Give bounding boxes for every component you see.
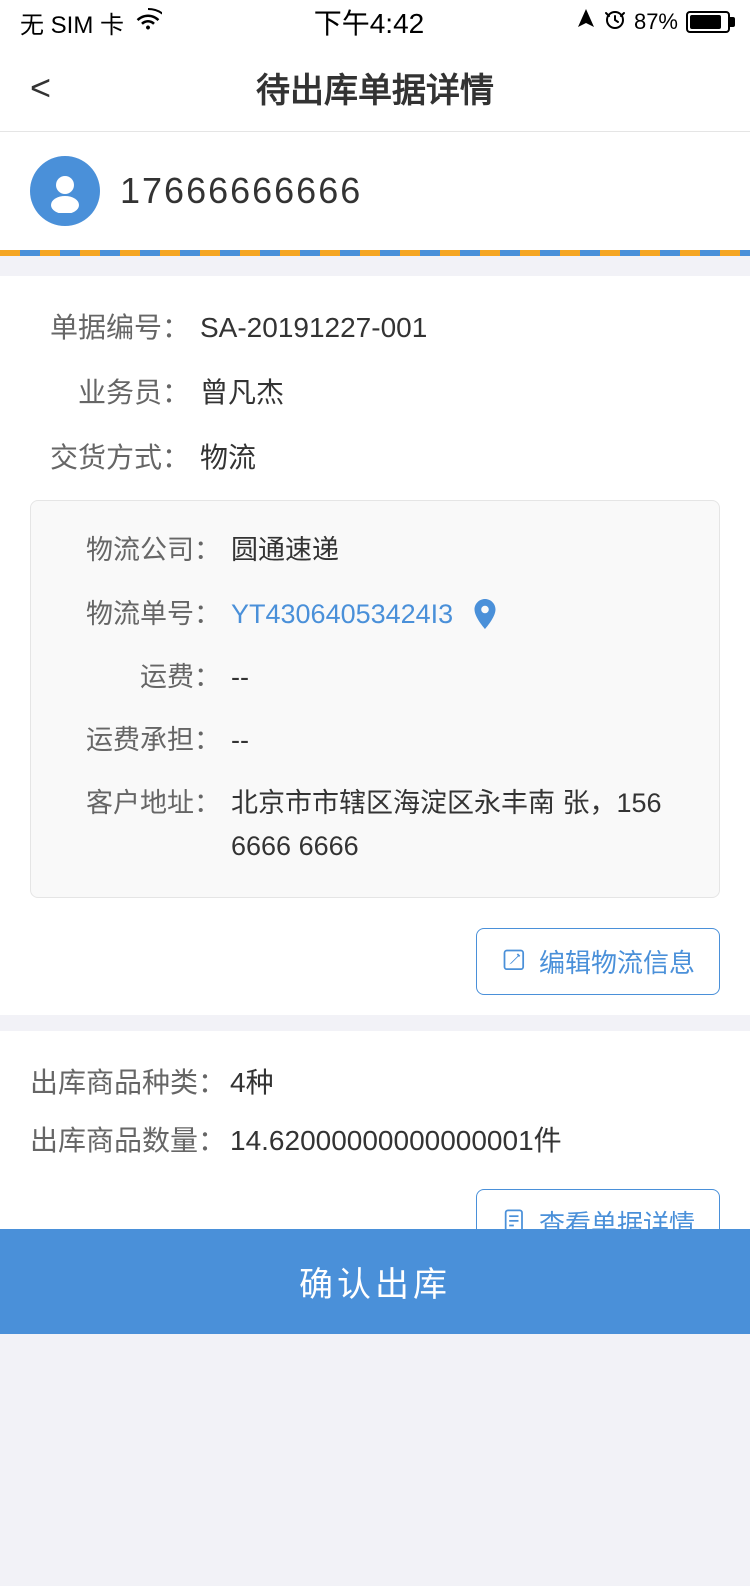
goods-quantity-label: 出库商品数量： bbox=[30, 1119, 230, 1159]
address-value: 北京市市辖区海淀区永丰南 张，156 6666 6666 bbox=[231, 782, 689, 868]
goods-types-value: 4种 bbox=[230, 1061, 274, 1101]
logistics-card: 物流公司： 圆通速递 物流单号： YT43064053424I3 运费： -- … bbox=[30, 500, 720, 897]
battery-label: 87% bbox=[634, 9, 678, 35]
edit-icon bbox=[501, 947, 529, 975]
goods-section: 出库商品种类： 4种 出库商品数量： 14.62000000000000001件 bbox=[0, 1031, 750, 1189]
salesman-label: 业务员： bbox=[30, 371, 190, 416]
status-left: 无 SIM 卡 bbox=[20, 5, 162, 40]
confirm-button[interactable]: 确认出库 bbox=[0, 1229, 750, 1334]
status-right: 87% bbox=[576, 7, 730, 37]
user-phone: 17666666666 bbox=[120, 170, 362, 212]
goods-types-label: 出库商品种类： bbox=[30, 1061, 230, 1101]
section-divider bbox=[0, 1015, 750, 1031]
logistics-tracking-row: 物流单号： YT43064053424I3 bbox=[61, 593, 689, 636]
logistics-tracking-label: 物流单号： bbox=[61, 593, 221, 636]
edit-logistics-button[interactable]: 编辑物流信息 bbox=[476, 928, 720, 995]
address-row: 客户地址： 北京市市辖区海淀区永丰南 张，156 6666 6666 bbox=[61, 782, 689, 868]
delivery-value: 物流 bbox=[200, 436, 720, 481]
dashed-divider bbox=[0, 250, 750, 256]
avatar bbox=[30, 156, 100, 226]
map-pin-icon[interactable] bbox=[467, 596, 503, 632]
wifi-icon bbox=[134, 8, 162, 36]
document-number-label: 单据编号： bbox=[30, 306, 190, 351]
goods-quantity-value: 14.62000000000000001件 bbox=[230, 1119, 562, 1159]
logistics-tracking-value: YT43064053424I3 bbox=[231, 593, 689, 636]
nav-bar: < 待出库单据详情 bbox=[0, 44, 750, 132]
logistics-company-value: 圆通速递 bbox=[231, 529, 689, 572]
goods-quantity-row: 出库商品数量： 14.62000000000000001件 bbox=[30, 1119, 720, 1159]
freight-bear-row: 运费承担： -- bbox=[61, 719, 689, 762]
document-info-section: 单据编号： SA-20191227-001 业务员： 曾凡杰 交货方式： 物流 … bbox=[0, 276, 750, 928]
delivery-row: 交货方式： 物流 bbox=[30, 436, 720, 481]
freight-bear-value: -- bbox=[231, 719, 689, 762]
edit-button-row: 编辑物流信息 bbox=[0, 928, 750, 1015]
delivery-label: 交货方式： bbox=[30, 436, 190, 481]
freight-label: 运费： bbox=[61, 656, 221, 699]
goods-types-row: 出库商品种类： 4种 bbox=[30, 1061, 720, 1101]
freight-value: -- bbox=[231, 656, 689, 699]
status-bar: 无 SIM 卡 下午4:42 bbox=[0, 0, 750, 44]
alarm-icon bbox=[604, 8, 626, 36]
freight-row: 运费： -- bbox=[61, 656, 689, 699]
user-header: 17666666666 bbox=[0, 132, 750, 250]
document-number-value: SA-20191227-001 bbox=[200, 306, 720, 351]
confirm-button-label: 确认出库 bbox=[299, 1266, 451, 1304]
battery-icon bbox=[686, 11, 730, 33]
address-label: 客户地址： bbox=[61, 782, 221, 825]
salesman-value: 曾凡杰 bbox=[200, 371, 720, 416]
location-status-icon bbox=[576, 7, 596, 37]
logistics-company-label: 物流公司： bbox=[61, 529, 221, 572]
logistics-company-row: 物流公司： 圆通速递 bbox=[61, 529, 689, 572]
time-label: 下午4:42 bbox=[314, 2, 425, 42]
document-number-row: 单据编号： SA-20191227-001 bbox=[30, 306, 720, 351]
back-button[interactable]: < bbox=[30, 67, 90, 109]
page-title: 待出库单据详情 bbox=[256, 63, 494, 112]
carrier-label: 无 SIM 卡 bbox=[20, 5, 124, 40]
freight-bear-label: 运费承担： bbox=[61, 719, 221, 762]
salesman-row: 业务员： 曾凡杰 bbox=[30, 371, 720, 416]
